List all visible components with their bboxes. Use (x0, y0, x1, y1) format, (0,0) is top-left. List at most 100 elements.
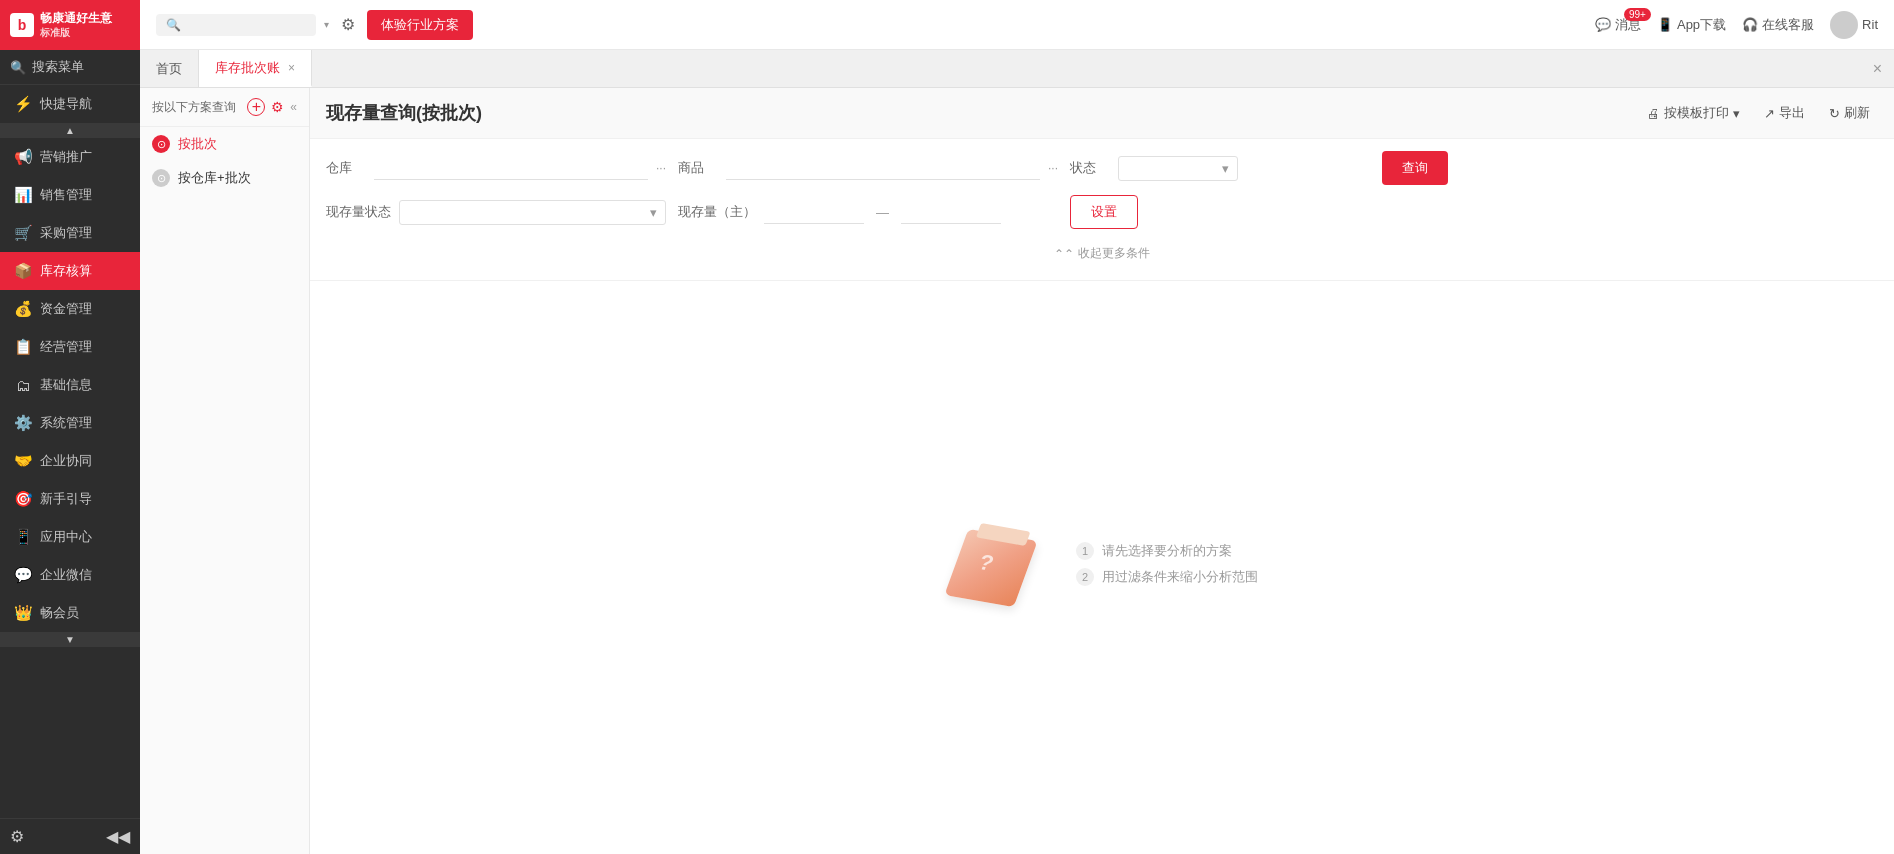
app-name-block: 畅康通好生意 标准版 (40, 11, 112, 40)
user-avatar (1830, 11, 1858, 39)
sidebar-collapse-icon[interactable]: ◀◀ (106, 827, 130, 846)
step-num-1: 1 (1076, 542, 1094, 560)
purchase-icon: 🛒 (14, 224, 32, 242)
tab-bar: 首页 库存批次账 × × (140, 50, 1894, 88)
print-label: 按模板打印 (1664, 104, 1729, 122)
experience-button[interactable]: 体验行业方案 (367, 10, 473, 40)
top-bar-left: 🔍 ▾ ⚙ 体验行业方案 (156, 10, 1585, 40)
filter-area: 仓库 ··· 商品 ··· 状态 ▾ (310, 139, 1894, 281)
sidebar-item-newbie[interactable]: 🎯 新手引导 (0, 480, 140, 518)
sidebar-label-member: 畅会员 (40, 604, 79, 622)
member-icon: 👑 (14, 604, 32, 622)
user-name: Rit (1862, 17, 1878, 32)
top-search-icon: 🔍 (166, 18, 181, 32)
product-input[interactable] (726, 156, 1040, 180)
filter-row-2: 现存量状态 ▾ 现存量（主） — 设置 (326, 195, 1878, 229)
tab-inventory-batch[interactable]: 库存批次账 × (199, 50, 312, 87)
filter-row-1: 仓库 ··· 商品 ··· 状态 ▾ (326, 151, 1878, 185)
inventory-status-arrow: ▾ (650, 205, 657, 220)
inventory-status-select[interactable]: ▾ (399, 200, 666, 225)
export-label: 导出 (1779, 104, 1805, 122)
right-panel: 现存量查询(按批次) 🖨 按模板打印 ▾ ↗ 导出 ↻ 刷新 (310, 88, 1894, 854)
refresh-btn[interactable]: ↻ 刷新 (1821, 100, 1878, 126)
print-btn[interactable]: 🖨 按模板打印 ▾ (1639, 100, 1748, 126)
sidebar-label-basics: 基础信息 (40, 376, 92, 394)
warehouse-input[interactable] (374, 156, 648, 180)
add-scheme-btn[interactable]: + (247, 98, 265, 116)
scheme-icon-warehouse-batch: ⊙ (152, 169, 170, 187)
inventory-status-filter: 现存量状态 ▾ (326, 200, 666, 225)
settings-button[interactable]: 设置 (1070, 195, 1138, 229)
export-icon: ↗ (1764, 106, 1775, 121)
tab-inventory-batch-label: 库存批次账 (215, 59, 280, 77)
sidebar-item-wechat[interactable]: 💬 企业微信 (0, 556, 140, 594)
sidebar-item-appcenter[interactable]: 📱 应用中心 (0, 518, 140, 556)
print-icon: 🖨 (1647, 106, 1660, 121)
sidebar-item-marketing[interactable]: 📢 营销推广 (0, 138, 140, 176)
search-dropdown-arrow[interactable]: ▾ (324, 19, 329, 30)
collapse-more-btn[interactable]: ⌃⌃ 收起更多条件 (326, 239, 1878, 268)
sidebar-item-purchase[interactable]: 🛒 采购管理 (0, 214, 140, 252)
app-name: 畅康通好生意 (40, 11, 112, 27)
top-search-bar[interactable]: 🔍 (156, 14, 316, 36)
sidebar-label-operations: 经营管理 (40, 338, 92, 356)
tab-inventory-batch-close[interactable]: × (288, 61, 295, 75)
sidebar-item-label-quicknav: 快捷导航 (40, 95, 92, 113)
search-menu-item[interactable]: 🔍 搜索菜单 (0, 50, 140, 85)
sidebar-scroll-down[interactable]: ▼ (0, 632, 140, 647)
top-bar-right: 💬 消息 99+ 📱 App下载 🎧 在线客服 Rit (1595, 11, 1878, 39)
empty-state-inner: 1 请先选择要分析的方案 2 用过滤条件来缩小分析范围 (946, 518, 1258, 618)
sidebar-settings-icon[interactable]: ⚙ (10, 827, 24, 846)
sidebar-label-inventory: 库存核算 (40, 262, 92, 280)
tab-home[interactable]: 首页 (140, 50, 199, 87)
sidebar-label-system: 系统管理 (40, 414, 92, 432)
query-button[interactable]: 查询 (1382, 151, 1448, 185)
sidebar-item-enterprise[interactable]: 🤝 企业协同 (0, 442, 140, 480)
scheme-label-batch: 按批次 (178, 135, 217, 153)
enterprise-icon: 🤝 (14, 452, 32, 470)
tab-close-all[interactable]: × (1873, 60, 1882, 78)
sidebar-item-operations[interactable]: 📋 经营管理 (0, 328, 140, 366)
warehouse-more-btn[interactable]: ··· (656, 161, 666, 175)
sidebar-item-basics[interactable]: 🗂 基础信息 (0, 366, 140, 404)
sidebar-item-member[interactable]: 👑 畅会员 (0, 594, 140, 632)
export-btn[interactable]: ↗ 导出 (1756, 100, 1813, 126)
sidebar-item-sales[interactable]: 📊 销售管理 (0, 176, 140, 214)
inventory-icon: 📦 (14, 262, 32, 280)
wechat-icon: 💬 (14, 566, 32, 584)
tab-home-label: 首页 (156, 60, 182, 78)
sidebar-item-quicknav[interactable]: ⚡ 快捷导航 (0, 85, 140, 123)
left-panel-collapse[interactable]: « (290, 100, 297, 114)
print-dropdown-arrow[interactable]: ▾ (1733, 106, 1740, 121)
inventory-qty-max[interactable] (901, 200, 1001, 224)
refresh-label: 刷新 (1844, 104, 1870, 122)
online-support-btn[interactable]: 🎧 在线客服 (1742, 16, 1814, 34)
app-download-label: App下载 (1677, 16, 1726, 34)
product-more-btn[interactable]: ··· (1048, 161, 1058, 175)
left-panel-header: 按以下方案查询 + ⚙ « (140, 88, 309, 127)
sidebar-scroll-up[interactable]: ▲ (0, 123, 140, 138)
status-dropdown-arrow: ▾ (1222, 161, 1229, 176)
empty-step-1: 1 请先选择要分析的方案 (1076, 542, 1258, 560)
inventory-qty-min[interactable] (764, 200, 864, 224)
scheme-item-batch[interactable]: ⊙ 按批次 (140, 127, 309, 161)
scheme-item-warehouse-batch[interactable]: ⊙ 按仓库+批次 (140, 161, 309, 195)
user-avatar-btn[interactable]: Rit (1830, 11, 1878, 39)
empty-box-graphic (944, 528, 1037, 606)
app-download-btn[interactable]: 📱 App下载 (1657, 16, 1726, 34)
top-settings-icon[interactable]: ⚙ (337, 11, 359, 38)
sidebar-item-finance[interactable]: 💰 资金管理 (0, 290, 140, 328)
sidebar-item-inventory[interactable]: 📦 库存核算 (0, 252, 140, 290)
collapse-arrow-icon: ⌃⌃ (1054, 247, 1074, 261)
empty-step-2: 2 用过滤条件来缩小分析范围 (1076, 568, 1258, 586)
messages-btn[interactable]: 💬 消息 99+ (1595, 16, 1641, 34)
page-actions: 🖨 按模板打印 ▾ ↗ 导出 ↻ 刷新 (1639, 100, 1878, 126)
scheme-settings-btn[interactable]: ⚙ (271, 99, 284, 115)
status-select[interactable]: ▾ (1118, 156, 1238, 181)
quicknav-icon: ⚡ (14, 95, 32, 113)
inventory-status-label: 现存量状态 (326, 203, 391, 221)
messages-badge: 99+ (1624, 8, 1651, 21)
sidebar-item-system[interactable]: ⚙️ 系统管理 (0, 404, 140, 442)
product-label: 商品 (678, 159, 718, 177)
product-filter: 商品 ··· (678, 156, 1058, 180)
